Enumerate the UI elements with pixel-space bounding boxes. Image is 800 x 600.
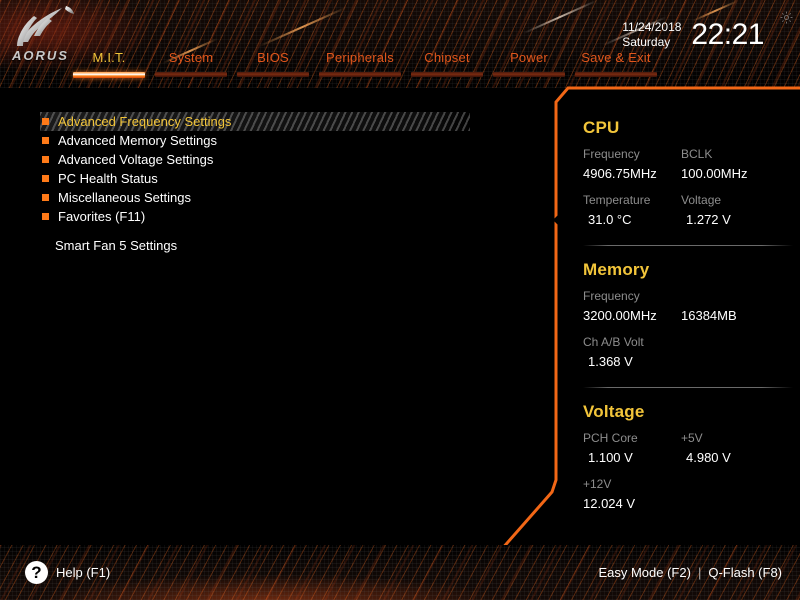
tab-underline [575, 72, 657, 77]
tab-label: Chipset [406, 50, 488, 69]
clock-date: 11/24/2018 [622, 20, 681, 35]
cpu-bclk-label: BCLK [681, 145, 779, 164]
tab-underline [493, 72, 565, 77]
cpu-voltage-label: Voltage [681, 191, 779, 210]
voltage-info-section: Voltage PCH Core 1.100 V +5V 4.980 V +12… [583, 402, 793, 513]
pch-core-label: PCH Core [583, 429, 681, 448]
decorative-streak [523, 0, 597, 34]
hardware-monitor-panel: CPU Frequency 4906.75MHz BCLK 100.00MHz … [583, 118, 793, 518]
clock-time: 22:21 [691, 20, 764, 50]
section-divider [583, 387, 793, 388]
system-clock: 11/24/2018 Saturday 22:21 [622, 20, 764, 50]
tab-label: Power [488, 50, 570, 69]
bios-setup-screen: AORUS M.I.T. System BIOS Peripherals Chi… [0, 0, 800, 600]
memory-size-spacer [681, 287, 779, 306]
tab-peripherals[interactable]: Peripherals [314, 50, 406, 78]
plus-5v-label: +5V [681, 429, 779, 448]
cpu-voltage-value: 1.272 V [681, 210, 779, 229]
easy-mode-button[interactable]: Easy Mode (F2) [598, 565, 690, 580]
menu-item-advanced-voltage-settings[interactable]: Advanced Voltage Settings [40, 150, 470, 169]
tab-save-and-exit[interactable]: Save & Exit [570, 50, 662, 78]
section-divider [583, 245, 793, 246]
help-button[interactable]: ? Help (F1) [25, 561, 110, 584]
menu-item-label: Favorites (F11) [58, 209, 145, 224]
tab-bios[interactable]: BIOS [232, 50, 314, 78]
clock-weekday: Saturday [622, 35, 681, 50]
cpu-frequency-value: 4906.75MHz [583, 164, 681, 183]
tab-system[interactable]: System [150, 50, 232, 78]
tab-label: Save & Exit [570, 50, 662, 69]
menu-item-favorites[interactable]: Favorites (F11) [40, 207, 470, 226]
memory-size-value: 16384MB [681, 306, 779, 325]
bullet-icon [42, 194, 49, 201]
plus-12v-value: 12.024 V [583, 494, 681, 513]
menu-item-label: Advanced Voltage Settings [58, 152, 213, 167]
tab-underline [411, 72, 483, 77]
main-nav-tabs: M.I.T. System BIOS Peripherals Chipset P… [68, 50, 662, 78]
gear-icon[interactable] [779, 10, 794, 30]
question-mark-icon: ? [25, 561, 48, 584]
cpu-temperature-label: Temperature [583, 191, 681, 210]
memory-frequency-label: Frequency [583, 287, 681, 306]
tab-power[interactable]: Power [488, 50, 570, 78]
menu-item-label: Advanced Frequency Settings [58, 114, 231, 129]
footer-separator: | [698, 565, 701, 580]
cpu-temperature-value: 31.0 °C [583, 210, 681, 229]
q-flash-button[interactable]: Q-Flash (F8) [708, 565, 782, 580]
aorus-falcon-logo: AORUS [4, 4, 78, 66]
menu-item-advanced-frequency-settings[interactable]: Advanced Frequency Settings [40, 112, 470, 131]
panel-collapse-triangle-left-icon[interactable] [553, 213, 560, 227]
memory-frequency-value: 3200.00MHz [583, 306, 681, 325]
brand-name: AORUS [12, 48, 69, 63]
menu-item-label: PC Health Status [58, 171, 158, 186]
help-label: Help (F1) [56, 565, 110, 580]
footer-shortcuts: Easy Mode (F2) | Q-Flash (F8) [598, 565, 782, 580]
footer-bar: ? Help (F1) Easy Mode (F2) | Q-Flash (F8… [0, 545, 800, 600]
tab-mit[interactable]: M.I.T. [68, 50, 150, 78]
menu-item-label: Miscellaneous Settings [58, 190, 191, 205]
tab-label: BIOS [232, 50, 314, 69]
tab-label: System [150, 50, 232, 69]
bullet-icon [42, 175, 49, 182]
menu-item-miscellaneous-settings[interactable]: Miscellaneous Settings [40, 188, 470, 207]
tab-chipset[interactable]: Chipset [406, 50, 488, 78]
bullet-icon [42, 156, 49, 163]
memory-chab-volt-label: Ch A/B Volt [583, 333, 681, 352]
memory-chab-volt-value: 1.368 V [583, 352, 681, 371]
tab-label: Peripherals [314, 50, 406, 69]
tab-underline [237, 72, 309, 77]
bullet-icon [42, 118, 49, 125]
voltage-section-title: Voltage [583, 402, 793, 422]
cpu-frequency-label: Frequency [583, 145, 681, 164]
tab-underline [73, 72, 145, 78]
memory-info-section: Memory Frequency 3200.00MHz 16384MB Ch A… [583, 260, 793, 371]
menu-item-advanced-memory-settings[interactable]: Advanced Memory Settings [40, 131, 470, 150]
settings-menu-list: Advanced Frequency Settings Advanced Mem… [40, 112, 470, 226]
bullet-icon [42, 137, 49, 144]
cpu-info-section: CPU Frequency 4906.75MHz BCLK 100.00MHz … [583, 118, 793, 229]
menu-item-label: Advanced Memory Settings [58, 133, 217, 148]
plus-12v-label: +12V [583, 475, 681, 494]
cpu-bclk-value: 100.00MHz [681, 164, 779, 183]
menu-item-pc-health-status[interactable]: PC Health Status [40, 169, 470, 188]
tab-underline [155, 72, 227, 77]
tab-label: M.I.T. [68, 50, 150, 69]
plus-5v-value: 4.980 V [681, 448, 779, 467]
cpu-section-title: CPU [583, 118, 793, 138]
memory-section-title: Memory [583, 260, 793, 280]
menu-item-smart-fan-5-settings[interactable]: Smart Fan 5 Settings [55, 238, 177, 253]
header-bar: AORUS M.I.T. System BIOS Peripherals Chi… [0, 0, 800, 88]
decorative-streak [259, 7, 347, 47]
tab-underline [319, 72, 401, 77]
bullet-icon [42, 213, 49, 220]
pch-core-value: 1.100 V [583, 448, 681, 467]
